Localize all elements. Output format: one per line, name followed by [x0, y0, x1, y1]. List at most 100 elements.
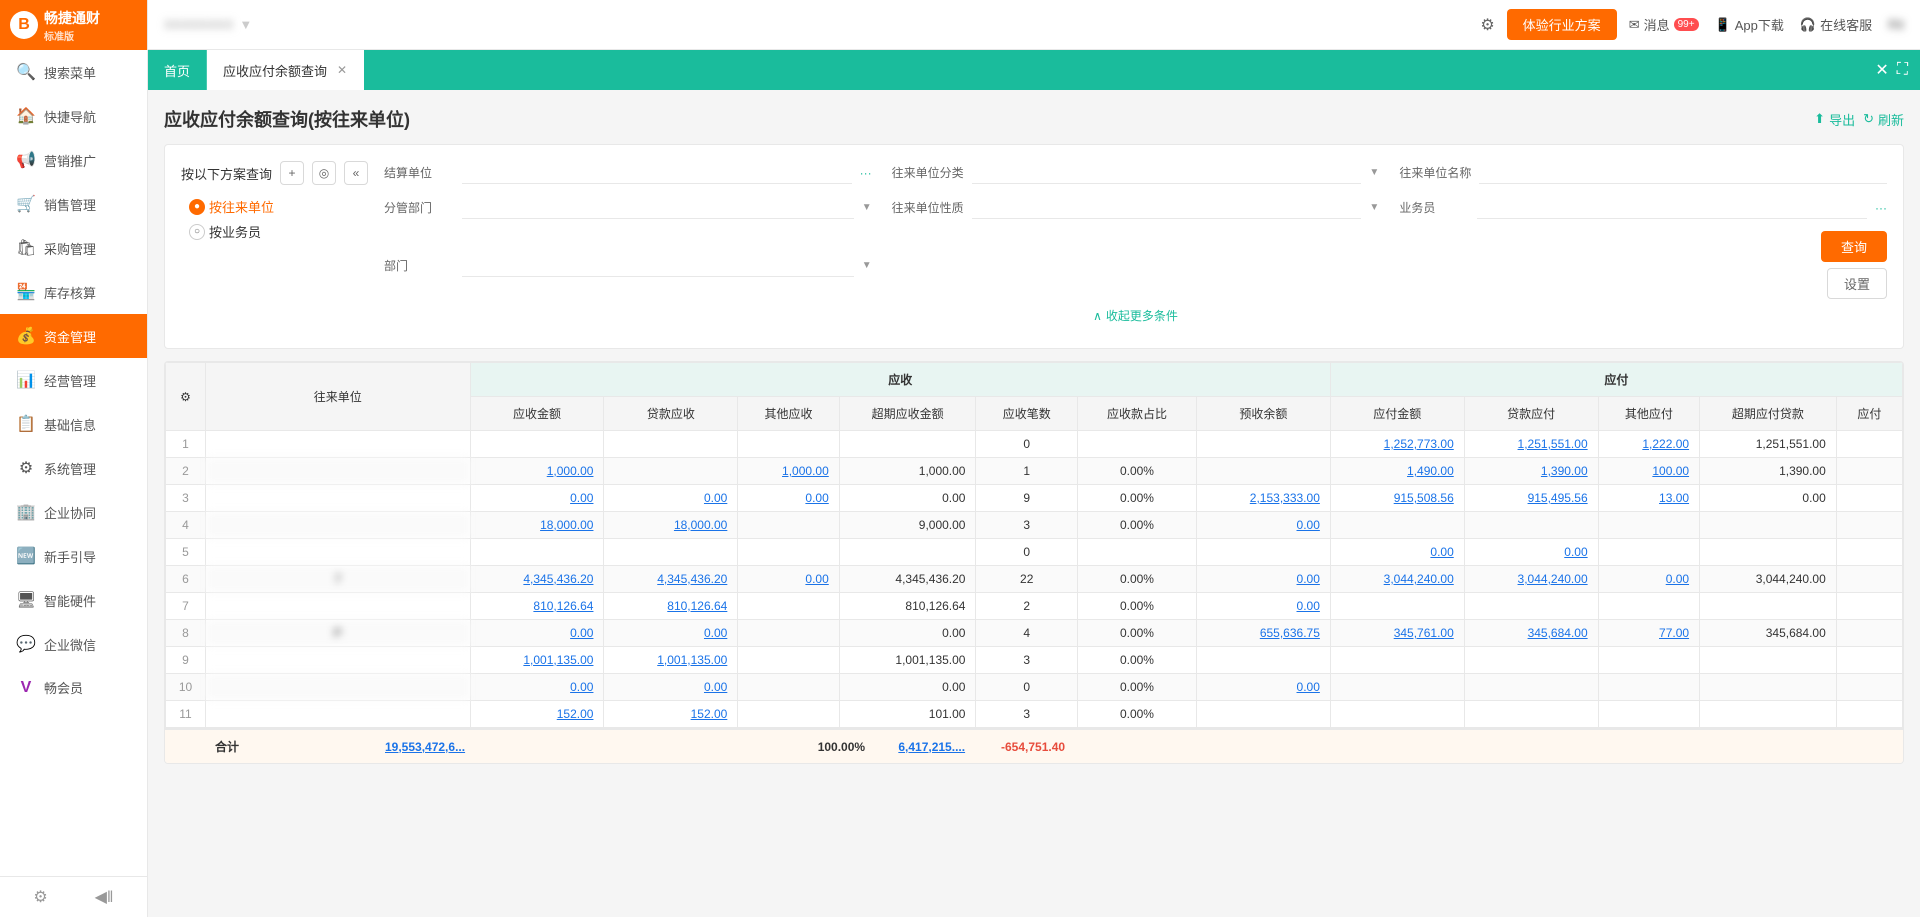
partner-nature-chevron-icon[interactable]: ▼ — [1369, 202, 1379, 213]
overdue-recv-cell[interactable]: 101.00 — [839, 701, 976, 728]
payable-cell[interactable] — [1330, 593, 1464, 620]
overdue-recv-cell[interactable]: 1,001,135.00 — [839, 647, 976, 674]
recv-count-cell[interactable]: 1 — [976, 458, 1077, 485]
loan-pay-cell[interactable] — [1464, 701, 1598, 728]
other-recv-cell[interactable] — [738, 593, 839, 620]
recv-amount-cell[interactable] — [470, 539, 604, 566]
prepaid-cell[interactable] — [1197, 539, 1331, 566]
recv-count-cell[interactable]: 2 — [976, 593, 1077, 620]
user-name[interactable]: Rit — [1888, 17, 1904, 32]
app-download-button[interactable]: 📱 App下载 — [1715, 15, 1784, 34]
overdue-recv-cell[interactable]: 1,000.00 — [839, 458, 976, 485]
trial-button[interactable]: 体验行业方案 — [1507, 9, 1617, 40]
sidebar-item-inventory[interactable]: 🏪 库存核算 — [0, 270, 147, 314]
loan-recv-cell[interactable] — [604, 431, 738, 458]
overdue-pay-cell[interactable]: 1,251,551.00 — [1700, 431, 1837, 458]
service-button[interactable]: 🎧 在线客服 — [1800, 15, 1872, 34]
collapse-button[interactable]: ∧ 收起更多条件 — [384, 299, 1887, 332]
salesman-ellipsis-icon[interactable]: ··· — [1875, 201, 1887, 215]
export-button[interactable]: ⬆ 导出 — [1814, 110, 1855, 129]
filter-by-salesman[interactable]: ○ 按业务员 — [189, 222, 261, 241]
overdue-pay-cell[interactable] — [1700, 701, 1837, 728]
prepaid-cell[interactable]: 655,636.75 — [1197, 620, 1331, 647]
partner-category-input[interactable] — [972, 161, 1362, 184]
scheme-collapse-button[interactable]: « — [344, 161, 368, 185]
recv-amount-cell[interactable]: 810,126.64 — [470, 593, 604, 620]
sidebar-item-operations[interactable]: 📊 经营管理 — [0, 358, 147, 402]
pay-tail-cell[interactable] — [1836, 701, 1902, 728]
sidebar-settings-button[interactable]: ⚙ — [33, 887, 47, 907]
other-recv-cell[interactable]: 1,000.00 — [738, 458, 839, 485]
recv-amount-cell[interactable]: 4,345,436.20 — [470, 566, 604, 593]
other-recv-cell[interactable] — [738, 539, 839, 566]
filter-by-partner[interactable]: ● 按往来单位 — [189, 197, 274, 216]
payable-cell[interactable]: 3,044,240.00 — [1330, 566, 1464, 593]
other-pay-cell[interactable]: 0.00 — [1598, 566, 1699, 593]
sidebar-item-marketing[interactable]: 📢 营销推广 — [0, 138, 147, 182]
prepaid-cell[interactable] — [1197, 458, 1331, 485]
settlement-ellipsis-icon[interactable]: ··· — [860, 166, 872, 180]
other-pay-cell[interactable]: 1,222.00 — [1598, 431, 1699, 458]
recv-count-cell[interactable]: 0 — [976, 539, 1077, 566]
other-pay-cell[interactable] — [1598, 539, 1699, 566]
other-pay-cell[interactable] — [1598, 701, 1699, 728]
partner-nature-input[interactable] — [972, 196, 1362, 219]
prepaid-cell[interactable] — [1197, 647, 1331, 674]
loan-recv-cell[interactable] — [604, 458, 738, 485]
payable-cell[interactable] — [1330, 512, 1464, 539]
prepaid-cell[interactable] — [1197, 431, 1331, 458]
overdue-recv-cell[interactable]: 4,345,436.20 — [839, 566, 976, 593]
recv-ratio-cell[interactable]: 0.00% — [1077, 647, 1196, 674]
overdue-recv-cell[interactable] — [839, 539, 976, 566]
overdue-recv-cell[interactable]: 9,000.00 — [839, 512, 976, 539]
recv-amount-cell[interactable]: 1,001,135.00 — [470, 647, 604, 674]
loan-pay-cell[interactable] — [1464, 593, 1598, 620]
prepaid-cell[interactable]: 0.00 — [1197, 512, 1331, 539]
division-input[interactable] — [462, 254, 854, 277]
recv-ratio-cell[interactable]: 0.00% — [1077, 458, 1196, 485]
prepaid-cell[interactable]: 0.00 — [1197, 674, 1331, 701]
loan-pay-cell[interactable] — [1464, 512, 1598, 539]
settlement-input[interactable] — [462, 161, 852, 184]
loan-recv-cell[interactable]: 1,001,135.00 — [604, 647, 738, 674]
loan-pay-cell[interactable]: 3,044,240.00 — [1464, 566, 1598, 593]
recv-ratio-cell[interactable]: 0.00% — [1077, 674, 1196, 701]
partner-name-input[interactable] — [1479, 161, 1887, 184]
overdue-recv-cell[interactable]: 0.00 — [839, 620, 976, 647]
payable-cell[interactable] — [1330, 647, 1464, 674]
query-button[interactable]: 查询 — [1821, 231, 1887, 262]
other-pay-cell[interactable] — [1598, 512, 1699, 539]
tab-query[interactable]: 应收应付余额查询 ✕ — [207, 50, 364, 90]
overdue-pay-cell[interactable]: 1,390.00 — [1700, 458, 1837, 485]
pay-tail-cell[interactable] — [1836, 458, 1902, 485]
recv-amount-cell[interactable] — [470, 431, 604, 458]
sidebar-item-wechat[interactable]: 💬 企业微信 — [0, 622, 147, 666]
loan-recv-cell[interactable]: 4,345,436.20 — [604, 566, 738, 593]
dept-input[interactable] — [462, 196, 854, 219]
other-pay-cell[interactable] — [1598, 647, 1699, 674]
other-recv-cell[interactable] — [738, 701, 839, 728]
pay-tail-cell[interactable] — [1836, 674, 1902, 701]
overdue-recv-cell[interactable]: 0.00 — [839, 674, 976, 701]
overdue-pay-cell[interactable] — [1700, 593, 1837, 620]
payable-cell[interactable]: 1,252,773.00 — [1330, 431, 1464, 458]
other-pay-cell[interactable]: 13.00 — [1598, 485, 1699, 512]
loan-recv-cell[interactable] — [604, 539, 738, 566]
recv-count-cell[interactable]: 3 — [976, 647, 1077, 674]
other-recv-cell[interactable] — [738, 647, 839, 674]
recv-count-cell[interactable]: 4 — [976, 620, 1077, 647]
recv-ratio-cell[interactable] — [1077, 431, 1196, 458]
recv-ratio-cell[interactable] — [1077, 539, 1196, 566]
recv-amount-cell[interactable]: 0.00 — [470, 674, 604, 701]
payable-cell[interactable]: 0.00 — [1330, 539, 1464, 566]
pay-tail-cell[interactable] — [1836, 566, 1902, 593]
other-recv-cell[interactable] — [738, 512, 839, 539]
other-pay-cell[interactable] — [1598, 593, 1699, 620]
loan-recv-cell[interactable]: 152.00 — [604, 701, 738, 728]
recv-amount-cell[interactable]: 0.00 — [470, 620, 604, 647]
recv-ratio-cell[interactable]: 0.00% — [1077, 512, 1196, 539]
tab-expand-icon[interactable]: ⛶ — [1897, 61, 1908, 79]
pay-tail-cell[interactable] — [1836, 620, 1902, 647]
tab-close-icon[interactable]: ✕ — [337, 63, 347, 77]
overdue-pay-cell[interactable]: 0.00 — [1700, 485, 1837, 512]
